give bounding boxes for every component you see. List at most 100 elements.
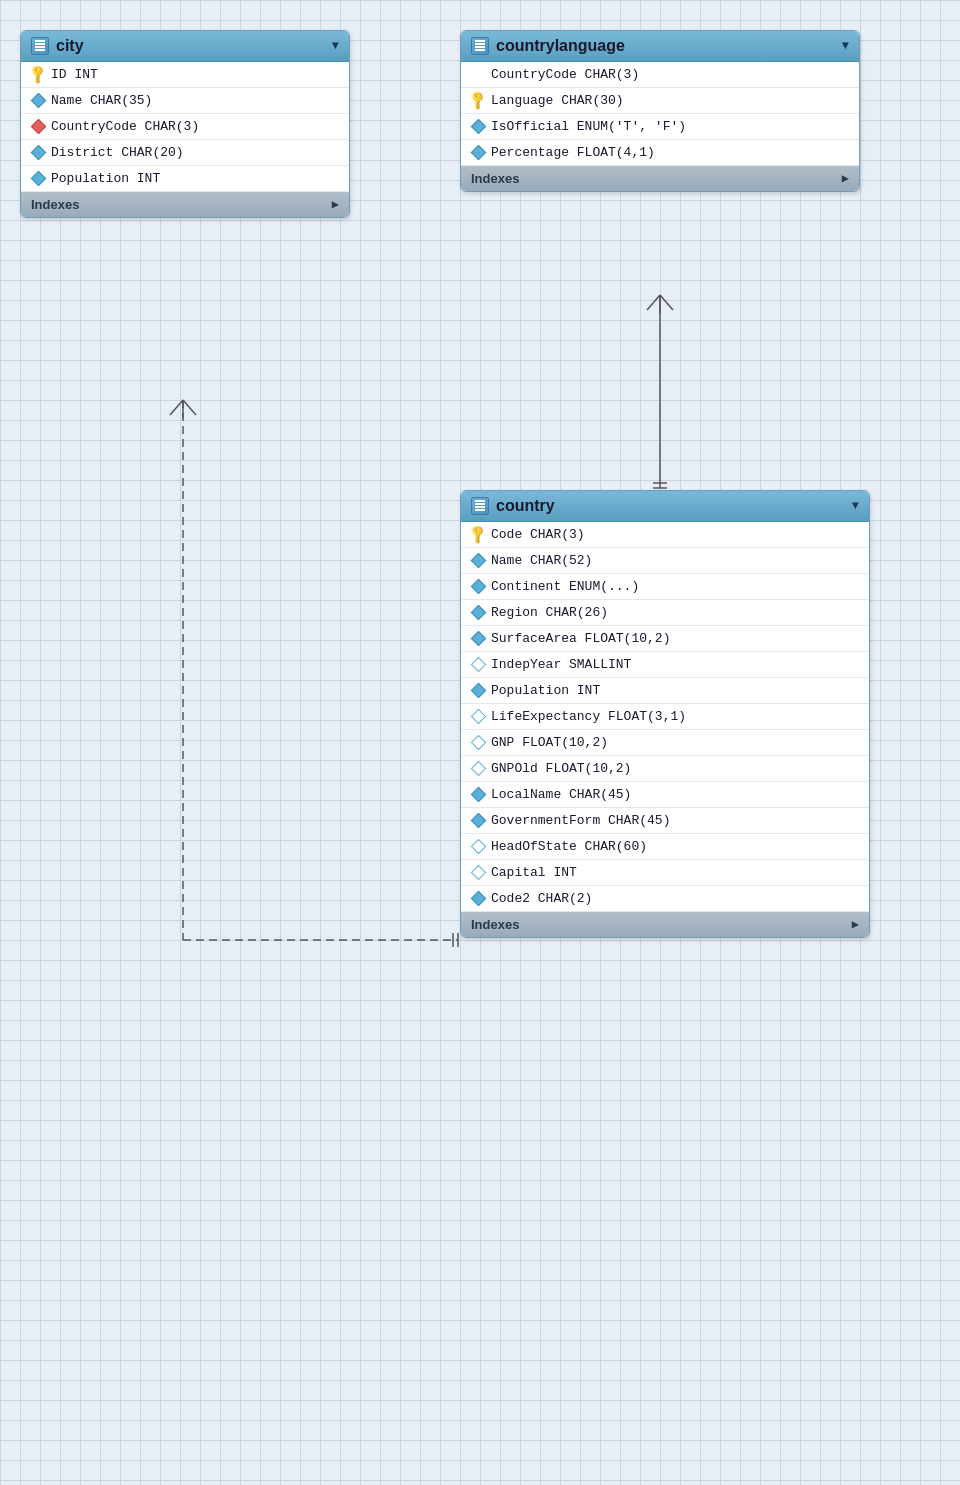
country-table-title: country — [496, 497, 555, 515]
table-row: Name CHAR(35) — [21, 88, 349, 114]
diamond-outline-icon — [471, 658, 485, 672]
diamond-blue-icon — [471, 146, 485, 160]
city-table: city ▼ 🔑 ID INT Name CHAR(35) CountryCod… — [20, 30, 350, 218]
diamond-blue-icon — [31, 172, 45, 186]
country-table-header[interactable]: country ▼ — [461, 491, 869, 522]
field-text: CountryCode CHAR(3) — [491, 67, 639, 82]
field-text: Name CHAR(52) — [491, 553, 592, 568]
city-table-header[interactable]: city ▼ — [21, 31, 349, 62]
field-text: Code CHAR(3) — [491, 527, 585, 542]
diamond-blue-icon — [471, 892, 485, 906]
field-text: Region CHAR(26) — [491, 605, 608, 620]
table-row: Region CHAR(26) — [461, 600, 869, 626]
countrylanguage-indexes-row[interactable]: Indexes ▶ — [461, 166, 859, 191]
key-icon: 🔑 — [471, 94, 485, 108]
diamond-outline-icon — [471, 866, 485, 880]
city-table-body: 🔑 ID INT Name CHAR(35) CountryCode CHAR(… — [21, 62, 349, 192]
country-table-icon — [471, 497, 489, 515]
country-indexes-row[interactable]: Indexes ▶ — [461, 912, 869, 937]
diamond-blue-icon — [31, 94, 45, 108]
diamond-blue-icon — [471, 120, 485, 134]
table-row: Capital INT — [461, 860, 869, 886]
diamond-blue-icon — [31, 146, 45, 160]
svg-line-2 — [170, 400, 183, 415]
field-text: HeadOfState CHAR(60) — [491, 839, 647, 854]
diamond-red-icon — [31, 120, 45, 134]
field-text: GNPOld FLOAT(10,2) — [491, 761, 631, 776]
diamond-blue-icon — [471, 788, 485, 802]
table-row: HeadOfState CHAR(60) — [461, 834, 869, 860]
countrylanguage-indexes-label: Indexes — [471, 171, 519, 186]
table-row: 🔑 Code CHAR(3) — [461, 522, 869, 548]
country-dropdown-arrow[interactable]: ▼ — [852, 499, 859, 513]
table-row: Population INT — [461, 678, 869, 704]
countrylanguage-table-icon — [471, 37, 489, 55]
table-row: CountryCode CHAR(3) — [21, 114, 349, 140]
field-text: IsOfficial ENUM('T', 'F') — [491, 119, 686, 134]
svg-line-8 — [647, 295, 660, 310]
field-text: GNP FLOAT(10,2) — [491, 735, 608, 750]
field-text: IndepYear SMALLINT — [491, 657, 631, 672]
field-text: Percentage FLOAT(4,1) — [491, 145, 655, 160]
countrylanguage-dropdown-arrow[interactable]: ▼ — [842, 39, 849, 53]
table-row: 🔑 ID INT — [21, 62, 349, 88]
diamond-blue-icon — [471, 814, 485, 828]
field-text: Code2 CHAR(2) — [491, 891, 592, 906]
table-row: IsOfficial ENUM('T', 'F') — [461, 114, 859, 140]
svg-line-3 — [183, 400, 196, 415]
field-text: Population INT — [491, 683, 600, 698]
table-row: Percentage FLOAT(4,1) — [461, 140, 859, 166]
field-text: Language CHAR(30) — [491, 93, 624, 108]
diamond-outline-icon — [471, 736, 485, 750]
city-dropdown-arrow[interactable]: ▼ — [332, 39, 339, 53]
diamond-blue-icon — [471, 684, 485, 698]
diamond-outline-icon — [471, 840, 485, 854]
table-row: Continent ENUM(...) — [461, 574, 869, 600]
table-row: CountryCode CHAR(3) — [461, 62, 859, 88]
table-row: LifeExpectancy FLOAT(3,1) — [461, 704, 869, 730]
countrylanguage-table-body: CountryCode CHAR(3) 🔑 Language CHAR(30) … — [461, 62, 859, 166]
key-icon: 🔑 — [471, 528, 485, 542]
key-icon: 🔑 — [31, 68, 45, 82]
diamond-outline-icon — [471, 762, 485, 776]
countrylanguage-table-title: countrylanguage — [496, 37, 625, 55]
field-text: Name CHAR(35) — [51, 93, 152, 108]
field-text: Capital INT — [491, 865, 577, 880]
table-row: GNPOld FLOAT(10,2) — [461, 756, 869, 782]
city-indexes-row[interactable]: Indexes ▶ — [21, 192, 349, 217]
table-row: District CHAR(20) — [21, 140, 349, 166]
field-text: LifeExpectancy FLOAT(3,1) — [491, 709, 686, 724]
field-text: Continent ENUM(...) — [491, 579, 639, 594]
field-text: GovernmentForm CHAR(45) — [491, 813, 670, 828]
diamond-blue-icon — [471, 632, 485, 646]
table-row: Code2 CHAR(2) — [461, 886, 869, 912]
table-row: GovernmentForm CHAR(45) — [461, 808, 869, 834]
table-row: Population INT — [21, 166, 349, 192]
field-text: LocalName CHAR(45) — [491, 787, 631, 802]
city-indexes-label: Indexes — [31, 197, 79, 212]
table-row: SurfaceArea FLOAT(10,2) — [461, 626, 869, 652]
diamond-outline-icon — [471, 710, 485, 724]
city-table-title: city — [56, 37, 84, 55]
table-row: Name CHAR(52) — [461, 548, 869, 574]
table-row: IndepYear SMALLINT — [461, 652, 869, 678]
field-text: District CHAR(20) — [51, 145, 184, 160]
city-table-icon — [31, 37, 49, 55]
field-text: ID INT — [51, 67, 98, 82]
countrylanguage-table-header[interactable]: countrylanguage ▼ — [461, 31, 859, 62]
table-row: 🔑 Language CHAR(30) — [461, 88, 859, 114]
diamond-blue-icon — [471, 580, 485, 594]
diamond-blue-icon — [471, 554, 485, 568]
table-row: LocalName CHAR(45) — [461, 782, 869, 808]
country-table-body: 🔑 Code CHAR(3) Name CHAR(52) Continent E… — [461, 522, 869, 912]
country-table: country ▼ 🔑 Code CHAR(3) Name CHAR(52) C… — [460, 490, 870, 938]
country-indexes-arrow[interactable]: ▶ — [852, 917, 859, 932]
countrylanguage-table: countrylanguage ▼ CountryCode CHAR(3) 🔑 … — [460, 30, 860, 192]
svg-line-9 — [660, 295, 673, 310]
city-indexes-arrow[interactable]: ▶ — [332, 197, 339, 212]
country-indexes-label: Indexes — [471, 917, 519, 932]
field-text: Population INT — [51, 171, 160, 186]
countrylanguage-indexes-arrow[interactable]: ▶ — [842, 171, 849, 186]
no-icon — [471, 68, 485, 82]
diamond-blue-icon — [471, 606, 485, 620]
